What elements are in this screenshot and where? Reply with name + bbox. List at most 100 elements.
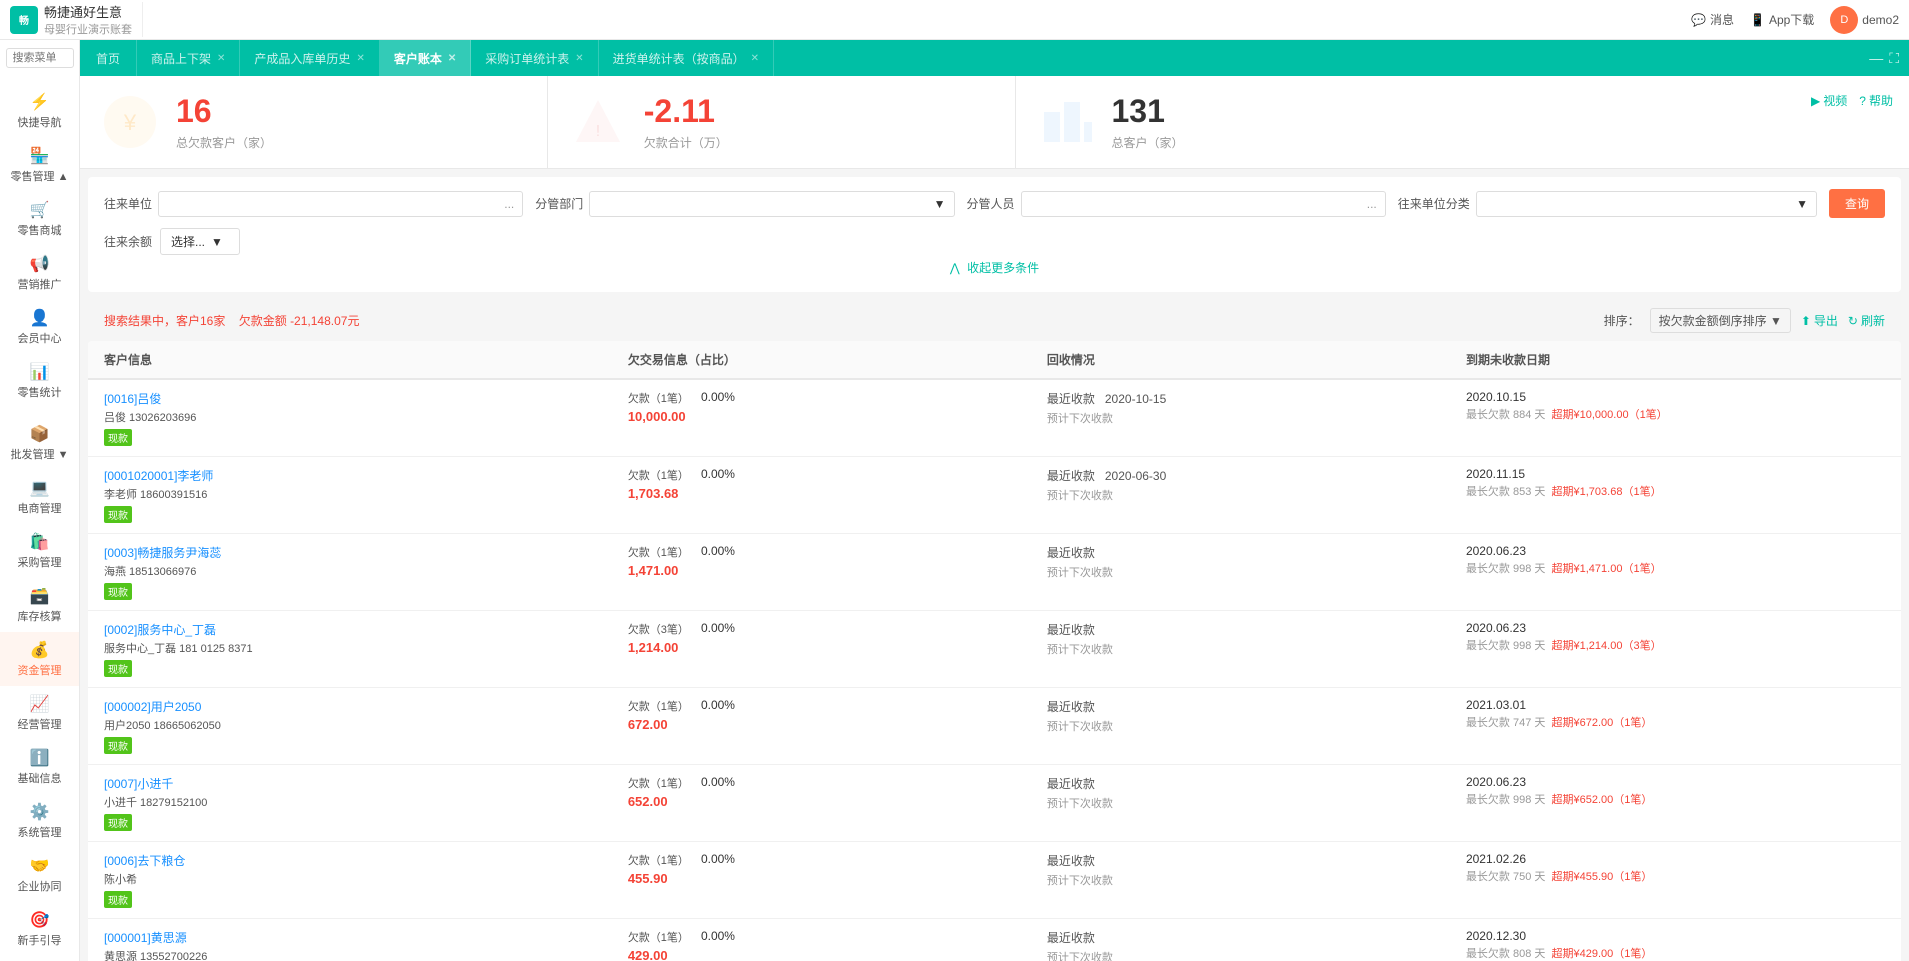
app-download-btn[interactable]: 📱 App下载 bbox=[1750, 11, 1814, 28]
stat-info-total-customers: 131 总客户（家） bbox=[1112, 93, 1890, 151]
search-input[interactable] bbox=[6, 48, 74, 68]
username: demo2 bbox=[1862, 13, 1899, 27]
sidebar-item-ecom[interactable]: 💻 电商管理 bbox=[0, 470, 79, 524]
purchase-icon: 🛍️ bbox=[4, 532, 75, 552]
tab-purchase-order-stat-close[interactable]: ✕ bbox=[575, 53, 583, 64]
collapse-bar[interactable]: ⋀ 收起更多条件 bbox=[104, 255, 1885, 280]
retail-mall-icon: 🛒 bbox=[4, 200, 75, 220]
tab-product-listing[interactable]: 商品上下架 ✕ bbox=[137, 40, 240, 76]
overdue-amount[interactable]: 超期¥10,000.00（1笔） bbox=[1552, 409, 1668, 421]
sidebar: ⚡ 快捷导航 🏪 零售管理 ▲ 🛒 零售商城 📢 营销推广 👤 会员中心 📊 bbox=[0, 40, 80, 961]
sort-select[interactable]: 按欠款金额倒序排序 ▼ bbox=[1650, 308, 1791, 333]
debt-count: 欠款（1笔） bbox=[628, 544, 689, 560]
tab-purchase-stat-product-label: 进货单统计表（按商品） bbox=[613, 50, 745, 67]
sidebar-item-system[interactable]: ⚙️ 系统管理 bbox=[0, 794, 79, 848]
message-icon: 💬 bbox=[1691, 13, 1706, 27]
sidebar-item-retail-mall[interactable]: 🛒 零售商城 bbox=[0, 192, 79, 246]
payment-tag: 现款 bbox=[104, 506, 132, 523]
overdue-amount[interactable]: 超期¥429.00（1笔） bbox=[1552, 948, 1653, 960]
customer-info-cell: [0007]小进千 小进千 18279152100 现款 bbox=[104, 775, 628, 831]
due-date: 2020.10.15 bbox=[1466, 390, 1885, 404]
tab-purchase-stat-product[interactable]: 进货单统计表（按商品） ✕ bbox=[599, 40, 774, 76]
tab-home[interactable]: 首页 bbox=[80, 40, 137, 76]
tab-inventory-history[interactable]: 产成品入库单历史 ✕ bbox=[240, 40, 379, 76]
sidebar-item-marketing[interactable]: 📢 营销推广 bbox=[0, 246, 79, 300]
tab-customer-ledger-close[interactable]: ✕ bbox=[448, 53, 456, 64]
sidebar-item-member[interactable]: 👤 会员中心 bbox=[0, 300, 79, 354]
source-unit-input[interactable]: ... bbox=[158, 191, 523, 217]
customer-name[interactable]: [000001]黄思源 bbox=[104, 929, 628, 946]
debt-amount: 455.90 bbox=[628, 871, 689, 886]
customer-name[interactable]: [0006]去下粮仓 bbox=[104, 852, 628, 869]
payment-tag: 现款 bbox=[104, 814, 132, 831]
customer-name[interactable]: [0016]吕俊 bbox=[104, 390, 628, 407]
refresh-btn[interactable]: ↻ 刷新 bbox=[1848, 312, 1885, 329]
debt-percent: 0.00% bbox=[701, 698, 735, 712]
tab-purchase-order-stat[interactable]: 采购订单统计表 ✕ bbox=[471, 40, 598, 76]
filter-dept: 分管部门 ▼ bbox=[535, 191, 954, 217]
customer-info-cell: [0001020001]李老师 李老师 18600391516 现款 bbox=[104, 467, 628, 523]
sidebar-item-batch-mgmt[interactable]: 📦 批发管理 ▼ bbox=[0, 416, 79, 470]
sidebar-item-quick-nav[interactable]: ⚡ 快捷导航 bbox=[0, 84, 79, 138]
customer-name[interactable]: [0007]小进千 bbox=[104, 775, 628, 792]
person-input[interactable]: ... bbox=[1021, 191, 1386, 217]
due-date-cell: 2020.06.23 最长欠款 998 天 超期¥1,214.00（3笔） bbox=[1466, 621, 1885, 653]
recovery-cell: 最近收款 2020-10-15 预计下次收款 bbox=[1047, 390, 1466, 426]
sidebar-item-retail-mgmt[interactable]: 🏪 零售管理 ▲ bbox=[0, 138, 79, 192]
due-date-cell: 2020.06.23 最长欠款 998 天 超期¥1,471.00（1笔） bbox=[1466, 544, 1885, 576]
customer-name[interactable]: [0003]畅捷服务尹海蕊 bbox=[104, 544, 628, 561]
export-btn[interactable]: ⬆ 导出 bbox=[1801, 312, 1838, 329]
debt-percent: 0.00% bbox=[701, 852, 735, 866]
overdue-amount[interactable]: 超期¥652.00（1笔） bbox=[1552, 794, 1653, 806]
overdue-amount[interactable]: 超期¥1,703.68（1笔） bbox=[1552, 486, 1662, 498]
sidebar-item-label: 库存核算 bbox=[4, 608, 75, 624]
dept-select[interactable]: ▼ bbox=[589, 191, 954, 217]
tab-purchase-stat-product-close[interactable]: ✕ bbox=[751, 53, 759, 64]
sidebar-item-label: 快捷导航 bbox=[4, 114, 75, 130]
customer-name[interactable]: [0001020001]李老师 bbox=[104, 467, 628, 484]
balance-select[interactable]: 选择... ▼ bbox=[160, 228, 240, 255]
stat-card-owe-amount: ! -2.11 欠款合计（万） bbox=[548, 76, 1016, 168]
sidebar-item-inventory[interactable]: 🗃️ 库存核算 bbox=[0, 578, 79, 632]
sidebar-item-basic-info[interactable]: ℹ️ 基础信息 bbox=[0, 740, 79, 794]
sidebar-item-finance[interactable]: 💰 资金管理 bbox=[0, 632, 79, 686]
recovery-cell: 最近收款 2020-06-30 预计下次收款 bbox=[1047, 467, 1466, 503]
customer-name[interactable]: [000002]用户2050 bbox=[104, 698, 628, 715]
overdue-amount[interactable]: 超期¥672.00（1笔） bbox=[1552, 717, 1653, 729]
message-btn[interactable]: 💬 消息 bbox=[1691, 11, 1734, 28]
sidebar-item-purchase[interactable]: 🛍️ 采购管理 bbox=[0, 524, 79, 578]
due-date-cell: 2020.12.30 最长欠款 808 天 超期¥429.00（1笔） bbox=[1466, 929, 1885, 961]
query-button[interactable]: 查询 bbox=[1829, 189, 1885, 218]
video-btn[interactable]: ▶ 视频 bbox=[1811, 92, 1847, 109]
sidebar-item-operations[interactable]: 📈 经营管理 bbox=[0, 686, 79, 740]
sidebar-item-enterprise[interactable]: 🤝 企业协同 bbox=[0, 848, 79, 902]
customer-name[interactable]: [0002]服务中心_丁磊 bbox=[104, 621, 628, 638]
tab-minimize-btn[interactable]: — bbox=[1869, 50, 1883, 66]
tab-home-label: 首页 bbox=[96, 50, 120, 67]
sidebar-item-label: 电商管理 bbox=[4, 500, 75, 516]
unit-class-select[interactable]: ▼ bbox=[1476, 191, 1817, 217]
sidebar-item-label: 零售统计 bbox=[4, 384, 75, 400]
tab-maximize-btn[interactable]: ⛶ bbox=[1889, 50, 1899, 67]
tab-purchase-order-stat-label: 采购订单统计表 bbox=[485, 50, 569, 67]
sidebar-item-newbie[interactable]: 🎯 新手引导 bbox=[0, 902, 79, 956]
overdue-amount[interactable]: 超期¥455.90（1笔） bbox=[1552, 871, 1653, 883]
debt-info-cell: 欠款（1笔） 1,471.00 0.00% bbox=[628, 544, 1047, 578]
svg-text:¥: ¥ bbox=[123, 110, 137, 135]
stat-icon-owe-amount: ! bbox=[568, 92, 628, 152]
help-btn[interactable]: ? 帮助 bbox=[1859, 92, 1893, 109]
tab-inventory-history-close[interactable]: ✕ bbox=[356, 53, 364, 64]
user-menu[interactable]: D demo2 bbox=[1830, 6, 1899, 34]
debt-percent: 0.00% bbox=[701, 621, 735, 635]
sidebar-item-app-center[interactable]: 📱 应用中心 bbox=[0, 956, 79, 961]
topbar-right: 💬 消息 📱 App下载 D demo2 bbox=[1691, 6, 1899, 34]
video-icon: ▶ bbox=[1811, 94, 1820, 108]
main-content: 首页 商品上下架 ✕ 产成品入库单历史 ✕ 客户账本 ✕ 采购订单统计表 ✕ bbox=[80, 40, 1909, 961]
tab-product-listing-close[interactable]: ✕ bbox=[217, 53, 225, 64]
sidebar-item-retail-stat[interactable]: 📊 零售统计 bbox=[0, 354, 79, 408]
tab-customer-ledger[interactable]: 客户账本 ✕ bbox=[380, 40, 471, 76]
debt-amount: 10,000.00 bbox=[628, 409, 689, 424]
overdue-amount[interactable]: 超期¥1,471.00（1笔） bbox=[1552, 563, 1662, 575]
overdue-amount[interactable]: 超期¥1,214.00（3笔） bbox=[1552, 640, 1662, 652]
debt-count: 欠款（1笔） bbox=[628, 467, 689, 483]
